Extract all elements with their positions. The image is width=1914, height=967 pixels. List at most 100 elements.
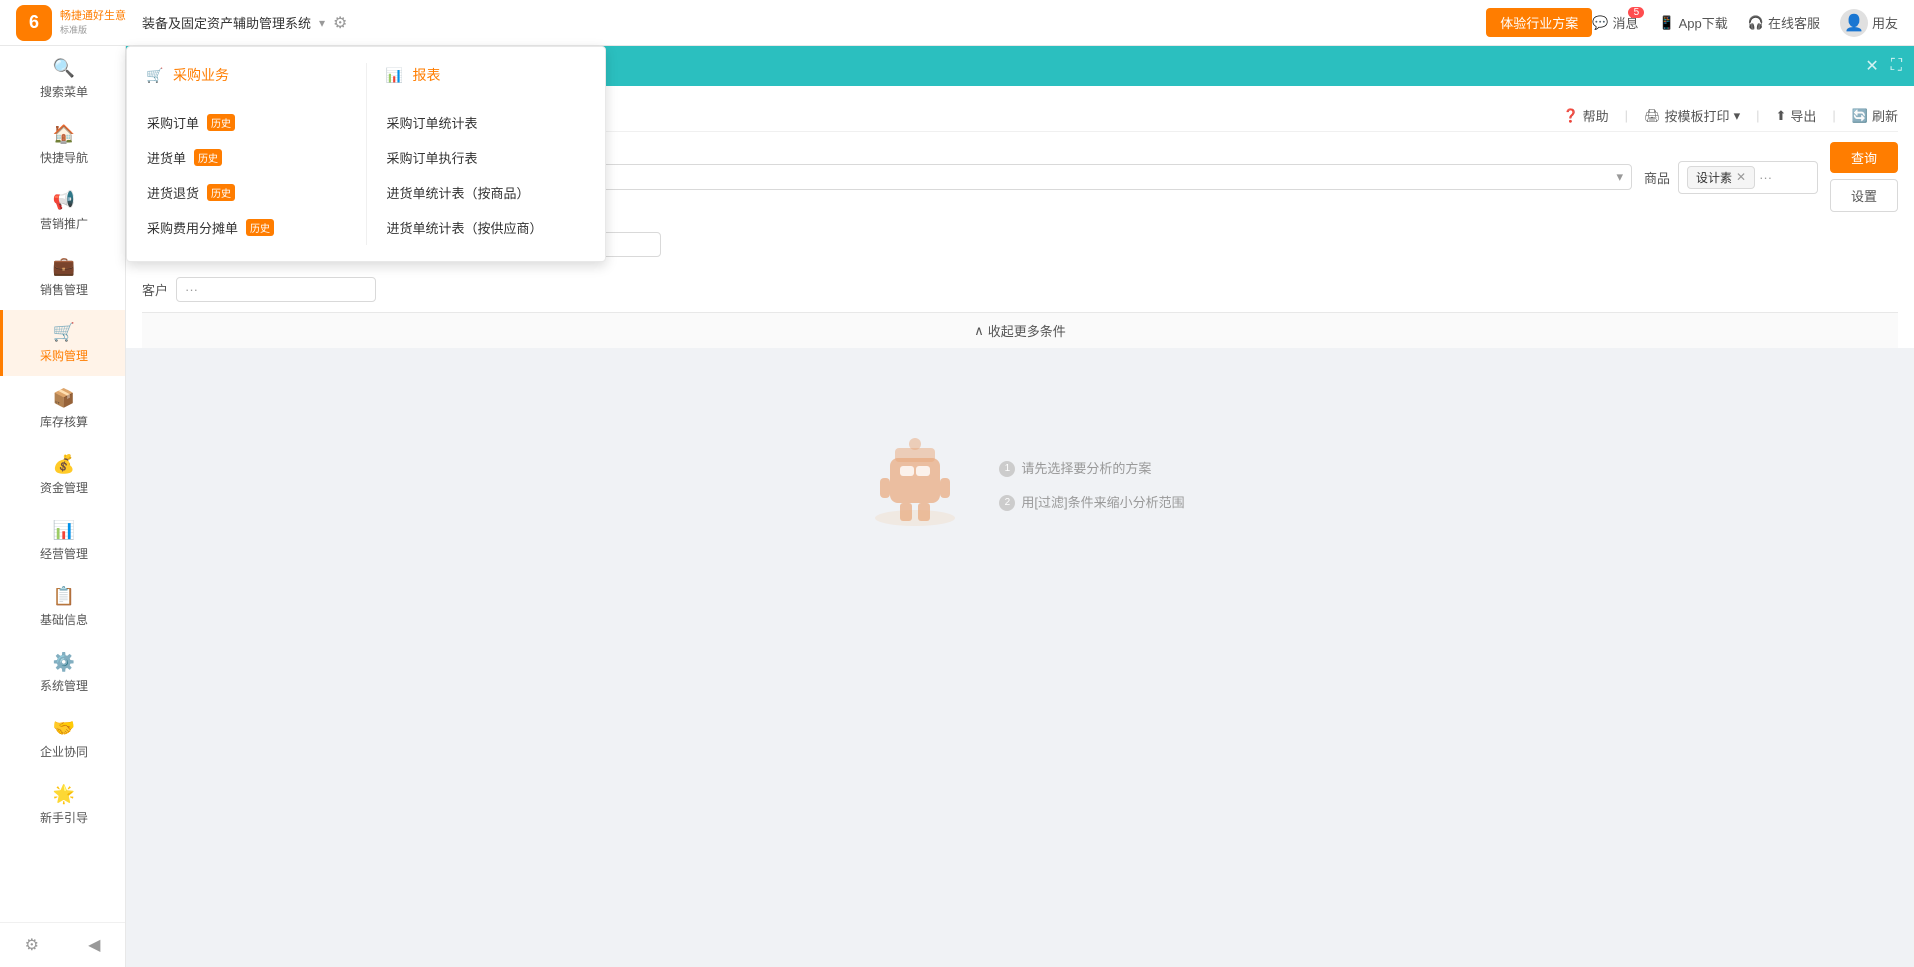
sidebar-collapse-btn[interactable]: ◀ bbox=[88, 935, 100, 955]
logo-sub: 标准版 bbox=[60, 23, 126, 36]
menu-item-report-order-exec[interactable]: 采购订单执行表 bbox=[383, 140, 590, 175]
messages-action[interactable]: 💬 消息 5 bbox=[1592, 13, 1638, 32]
empty-illustration bbox=[855, 428, 975, 528]
sidebar-settings-btn[interactable]: ⚙ bbox=[25, 935, 39, 955]
logo-area: 6 畅捷通好生意 标准版 bbox=[16, 5, 142, 41]
sidebar-label-operations: 经营管理 bbox=[40, 545, 88, 562]
app-download-action[interactable]: 📱 App下载 bbox=[1658, 13, 1727, 32]
online-service-action[interactable]: 🎧 在线客服 bbox=[1748, 13, 1820, 32]
customer-input[interactable]: ··· bbox=[176, 277, 376, 302]
print-dropdown-icon: ▾ bbox=[1734, 108, 1741, 124]
basic-info-icon: 📋 bbox=[53, 586, 75, 607]
goods-tag-close[interactable]: ✕ bbox=[1736, 170, 1746, 184]
sidebar-item-quick-nav[interactable]: 🏠 快捷导航 bbox=[0, 112, 125, 178]
headset-icon: 🎧 bbox=[1748, 15, 1764, 31]
refresh-action[interactable]: 🔄 刷新 bbox=[1852, 106, 1898, 125]
report-section-title: 📊 报表 bbox=[383, 63, 590, 93]
menu-label-purchase-order: 采购订单 bbox=[147, 113, 199, 132]
menu-item-purchase-return[interactable]: 进货退货 历史 bbox=[143, 175, 350, 210]
menu-label-report-order-stats: 采购订单统计表 bbox=[387, 113, 478, 132]
guide-icon: 🌟 bbox=[53, 784, 75, 805]
user-action[interactable]: 👤 用友 bbox=[1840, 9, 1898, 37]
help-action[interactable]: ❓ 帮助 bbox=[1562, 106, 1608, 125]
system-title-area: 装备及固定资产辅助管理系统 ▾ ⚙ bbox=[142, 13, 1486, 33]
export-action[interactable]: ⬆ 导出 bbox=[1775, 106, 1816, 125]
sidebar-item-purchase[interactable]: 🛒 采购管理 bbox=[0, 310, 125, 376]
purchase-section: 🛒 采购业务 采购订单 历史 进货单 历史 进货退货 历史 采购费用分摊单 历史 bbox=[143, 63, 350, 245]
sidebar-label-inventory: 库存核算 bbox=[40, 413, 88, 430]
menu-badge-purchase-return: 历史 bbox=[207, 184, 235, 201]
tab-close-all-btn[interactable]: ✕ bbox=[1861, 52, 1882, 80]
sidebar-label-sales: 销售管理 bbox=[40, 281, 88, 298]
sidebar-item-system[interactable]: ⚙️ 系统管理 bbox=[0, 640, 125, 706]
sidebar-label-system: 系统管理 bbox=[40, 677, 88, 694]
marketing-icon: 📢 bbox=[53, 190, 75, 211]
print-icon: 🖨 bbox=[1644, 108, 1661, 124]
sidebar-label-enterprise: 企业协同 bbox=[40, 743, 88, 760]
goods-more-dots[interactable]: ··· bbox=[1759, 170, 1772, 185]
menu-divider bbox=[366, 63, 367, 245]
menu-item-report-order-stats[interactable]: 采购订单统计表 bbox=[383, 105, 590, 140]
menu-label-purchase-expense: 采购费用分摊单 bbox=[147, 218, 238, 237]
phone-icon: 📱 bbox=[1658, 15, 1674, 31]
system-gear-icon[interactable]: ⚙ bbox=[333, 13, 347, 33]
help-icon: ❓ bbox=[1562, 108, 1578, 124]
sidebar-label-marketing: 营销推广 bbox=[40, 215, 88, 232]
goods-tag: 设计素 ✕ bbox=[1687, 166, 1755, 189]
sidebar-label-quick-nav: 快捷导航 bbox=[40, 149, 88, 166]
tab-expand-btn[interactable]: ⛶ bbox=[1887, 53, 1906, 79]
purchase-section-title: 🛒 采购业务 bbox=[143, 63, 350, 93]
divider1: | bbox=[1625, 108, 1628, 123]
system-icon: ⚙️ bbox=[53, 652, 75, 673]
system-title: 装备及固定资产辅助管理系统 bbox=[142, 13, 311, 32]
customer-label: 客户 bbox=[142, 280, 168, 299]
sidebar-item-inventory[interactable]: 📦 库存核算 bbox=[0, 376, 125, 442]
query-btn[interactable]: 查询 bbox=[1830, 142, 1898, 173]
collapse-chevron-icon: ∧ bbox=[974, 323, 984, 339]
sidebar-item-guide[interactable]: 🌟 新手引导 bbox=[0, 772, 125, 838]
menu-item-report-receipt-by-goods[interactable]: 进货单统计表（按商品） bbox=[383, 175, 590, 210]
purchase-icon: 🛒 bbox=[53, 322, 75, 343]
sidebar-item-sales[interactable]: 💼 销售管理 bbox=[0, 244, 125, 310]
sidebar-label-basic-info: 基础信息 bbox=[40, 611, 88, 628]
sidebar-item-operations[interactable]: 📊 经营管理 bbox=[0, 508, 125, 574]
report-section: 📊 报表 采购订单统计表 采购订单执行表 进货单统计表（按商品） 进货单统计表（… bbox=[383, 63, 590, 245]
sidebar-item-search[interactable]: 🔍 搜索菜单 bbox=[0, 46, 125, 112]
menu-item-report-receipt-by-supplier[interactable]: 进货单统计表（按供应商） bbox=[383, 210, 590, 245]
goods-input[interactable]: 设计素 ✕ ··· bbox=[1678, 161, 1818, 194]
sidebar-item-marketing[interactable]: 📢 营销推广 bbox=[0, 178, 125, 244]
doc-status-input[interactable]: ▾ bbox=[551, 164, 1632, 190]
capital-icon: 💰 bbox=[53, 454, 75, 475]
sidebar-item-enterprise[interactable]: 🤝 企业协同 bbox=[0, 706, 125, 772]
menu-item-purchase-expense[interactable]: 采购费用分摊单 历史 bbox=[143, 210, 350, 245]
sidebar-item-capital[interactable]: 💰 资金管理 bbox=[0, 442, 125, 508]
logo-icon: 6 bbox=[16, 5, 52, 41]
menu-badge-purchase-expense: 历史 bbox=[246, 219, 274, 236]
sidebar-label-capital: 资金管理 bbox=[40, 479, 88, 496]
doc-status-arrow: ▾ bbox=[1616, 169, 1623, 185]
menu-item-purchase-receipt[interactable]: 进货单 历史 bbox=[143, 140, 350, 175]
setting-btn[interactable]: 设置 bbox=[1830, 179, 1898, 212]
menu-badge-purchase-order: 历史 bbox=[207, 114, 235, 131]
export-icon: ⬆ bbox=[1775, 108, 1786, 124]
empty-state: 1 请先选择要分析的方案 2 用[过滤]条件来缩小分析范围 bbox=[126, 348, 1914, 624]
purchase-dropdown-menu: 🛒 采购业务 采购订单 历史 进货单 历史 进货退货 历史 采购费用分摊单 历史… bbox=[126, 46, 606, 262]
menu-label-purchase-return: 进货退货 bbox=[147, 183, 199, 202]
sidebar-item-basic-info[interactable]: 📋 基础信息 bbox=[0, 574, 125, 640]
menu-item-purchase-order[interactable]: 采购订单 历史 bbox=[143, 105, 350, 140]
collapse-more-btn[interactable]: ∧ 收起更多条件 bbox=[142, 312, 1898, 348]
refresh-icon: 🔄 bbox=[1852, 108, 1868, 124]
goods-label: 商品 bbox=[1644, 168, 1670, 187]
system-dropdown-arrow[interactable]: ▾ bbox=[319, 16, 325, 30]
message-icon: 💬 bbox=[1592, 15, 1608, 31]
industry-btn[interactable]: 体验行业方案 bbox=[1486, 8, 1592, 37]
print-action[interactable]: 🖨 按模板打印 ▾ bbox=[1644, 106, 1740, 125]
divider3: | bbox=[1832, 108, 1835, 123]
empty-dot-2: 2 bbox=[999, 495, 1015, 511]
enterprise-icon: 🤝 bbox=[53, 718, 75, 739]
customer-dots[interactable]: ··· bbox=[185, 282, 198, 297]
home-icon: 🏠 bbox=[53, 124, 75, 145]
operations-icon: 📊 bbox=[53, 520, 75, 541]
tab-bar-right: ✕ ⛶ bbox=[1861, 52, 1914, 80]
avatar: 👤 bbox=[1840, 9, 1868, 37]
